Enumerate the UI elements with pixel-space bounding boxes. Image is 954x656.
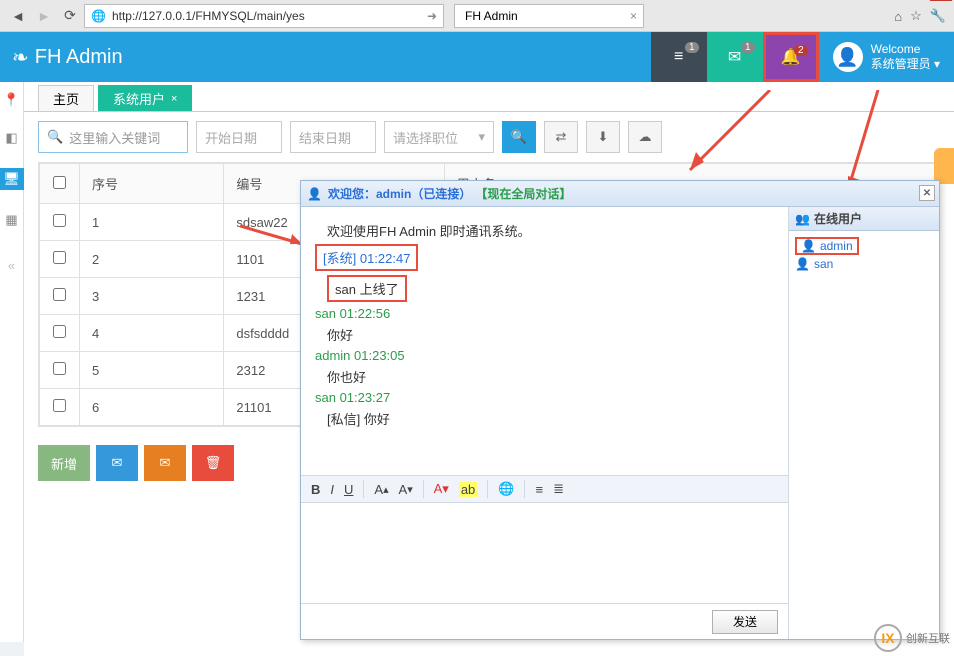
- user-icon: 👤: [801, 239, 816, 253]
- dashboard-icon[interactable]: ◧: [5, 130, 17, 146]
- cell-no: 2: [80, 241, 224, 278]
- nav-back[interactable]: ◄: [6, 4, 30, 28]
- bell-button[interactable]: 🔔2: [763, 32, 819, 82]
- msg-body: san 上线了: [315, 275, 774, 302]
- row-check[interactable]: [53, 214, 66, 227]
- msg-body: 你也好: [315, 367, 774, 386]
- add-button[interactable]: 新增: [38, 445, 90, 481]
- end-date[interactable]: 结束日期: [290, 121, 376, 153]
- welcome-line: 欢迎使用FH Admin 即时通讯系统。: [315, 221, 774, 240]
- online-users-title: 👥在线用户: [789, 207, 939, 231]
- leaf-icon: ❧: [12, 45, 29, 70]
- dialog-titlebar[interactable]: 👤 欢迎您：admin（已连接） 【现在全局对话】 ✕: [301, 181, 939, 207]
- delete-button[interactable]: 🗑: [192, 445, 234, 481]
- role-text: 系统管理员: [871, 57, 931, 71]
- mail-button[interactable]: ✉1: [707, 32, 763, 82]
- keyword-input[interactable]: 🔍这里输入关键词: [38, 121, 188, 153]
- underline-button[interactable]: U: [344, 482, 353, 497]
- collapse-icon[interactable]: «: [8, 258, 15, 273]
- row-check[interactable]: [53, 362, 66, 375]
- emoji-button[interactable]: 🌐: [498, 481, 514, 497]
- italic-button[interactable]: I: [330, 482, 334, 497]
- globe-icon: 🌐: [91, 9, 106, 23]
- col-no: 序号: [80, 164, 224, 204]
- list-ol[interactable]: ≡: [535, 482, 543, 497]
- grid-icon[interactable]: ▦: [5, 212, 17, 228]
- send-button[interactable]: 发送: [712, 610, 778, 634]
- msg-header: admin 01:23:05: [315, 348, 774, 363]
- mail2-action[interactable]: ✉: [144, 445, 186, 481]
- row-check[interactable]: [53, 288, 66, 301]
- search-button[interactable]: 🔍: [502, 121, 536, 153]
- message-input[interactable]: [301, 503, 788, 603]
- app-name: FH Admin: [35, 46, 123, 69]
- online-users-list: 👤admin👤san: [789, 231, 939, 279]
- cell-no: 6: [80, 389, 224, 426]
- cell-no: 5: [80, 352, 224, 389]
- list-ul[interactable]: ≣: [553, 481, 564, 497]
- online-user[interactable]: 👤admin: [795, 237, 859, 255]
- users-icon: 👥: [795, 212, 810, 226]
- monitor-icon[interactable]: 🖥: [0, 168, 24, 190]
- row-check[interactable]: [53, 399, 66, 412]
- user-icon: 👤: [307, 187, 322, 201]
- cell-no: 3: [80, 278, 224, 315]
- home-icon[interactable]: ⌂: [894, 9, 902, 24]
- msg-header: [系统] 01:22:47: [315, 244, 774, 271]
- chevron-down-icon: ▾: [934, 57, 940, 71]
- tab-users[interactable]: 系统用户×: [98, 85, 192, 111]
- nav-fwd[interactable]: ►: [32, 4, 56, 28]
- msg-body: [私信] 你好: [315, 409, 774, 428]
- online-user[interactable]: 👤san: [795, 255, 933, 273]
- user-icon: 👤: [795, 257, 810, 271]
- check-all[interactable]: [53, 176, 66, 189]
- mail-action[interactable]: ✉: [96, 445, 138, 481]
- editor-toolbar: B I U A▴ A▾ A▾ ab 🌐 ≡ ≣: [301, 475, 788, 503]
- star-icon[interactable]: ☆: [910, 8, 922, 24]
- font-small[interactable]: A▾: [399, 482, 413, 497]
- user-menu[interactable]: 👤 Welcome 系统管理员 ▾: [819, 32, 954, 82]
- dialog-close[interactable]: ✕: [919, 185, 935, 201]
- left-rail: 📍 ◧ 🖥 ▦ «: [0, 82, 24, 642]
- menu-button[interactable]: ≡1: [651, 32, 707, 82]
- cell-no: 1: [80, 204, 224, 241]
- browser-tab[interactable]: FH Admin ×: [454, 4, 644, 28]
- chat-log: 欢迎使用FH Admin 即时通讯系统。 [系统] 01:22:47 san 上线…: [301, 207, 788, 475]
- tab-title: FH Admin: [465, 9, 518, 23]
- chevron-down-icon: ▾: [478, 129, 485, 145]
- bold-button[interactable]: B: [311, 482, 320, 497]
- msg-header: san 01:22:56: [315, 306, 774, 321]
- start-date[interactable]: 开始日期: [196, 121, 282, 153]
- cloud-button[interactable]: ☁: [628, 121, 662, 153]
- msg-body: 你好: [315, 325, 774, 344]
- avatar: 👤: [833, 42, 863, 72]
- font-color[interactable]: A▾: [434, 481, 449, 497]
- position-select[interactable]: 请选择职位▾: [384, 121, 494, 153]
- cell-no: 4: [80, 315, 224, 352]
- tools-icon[interactable]: 🔧: [930, 8, 946, 24]
- row-check[interactable]: [53, 251, 66, 264]
- close-icon[interactable]: ×: [630, 9, 637, 23]
- download-button[interactable]: ⬇: [586, 121, 620, 153]
- search-icon: 🔍: [47, 129, 63, 145]
- font-large[interactable]: A▴: [374, 482, 388, 497]
- highlight[interactable]: ab: [459, 482, 477, 497]
- go-icon[interactable]: ➜: [427, 9, 437, 23]
- tab-home[interactable]: 主页: [38, 85, 94, 111]
- swap-button[interactable]: ⇄: [544, 121, 578, 153]
- close-icon[interactable]: ×: [171, 93, 177, 105]
- address-bar[interactable]: 🌐 http://127.0.0.1/FHMYSQL/main/yes ➜: [84, 4, 444, 28]
- welcome-text: Welcome: [871, 42, 940, 57]
- watermark: IX 创新互联: [874, 624, 950, 652]
- app-logo: ❧ FH Admin: [0, 45, 123, 70]
- side-tab[interactable]: [934, 148, 954, 184]
- row-check[interactable]: [53, 325, 66, 338]
- msg-header: san 01:23:27: [315, 390, 774, 405]
- url-text: http://127.0.0.1/FHMYSQL/main/yes: [112, 9, 305, 23]
- pin-icon[interactable]: 📍: [3, 92, 19, 108]
- chat-dialog: 👤 欢迎您：admin（已连接） 【现在全局对话】 ✕ 欢迎使用FH Admin…: [300, 180, 940, 640]
- nav-reload[interactable]: ⟳: [58, 4, 82, 28]
